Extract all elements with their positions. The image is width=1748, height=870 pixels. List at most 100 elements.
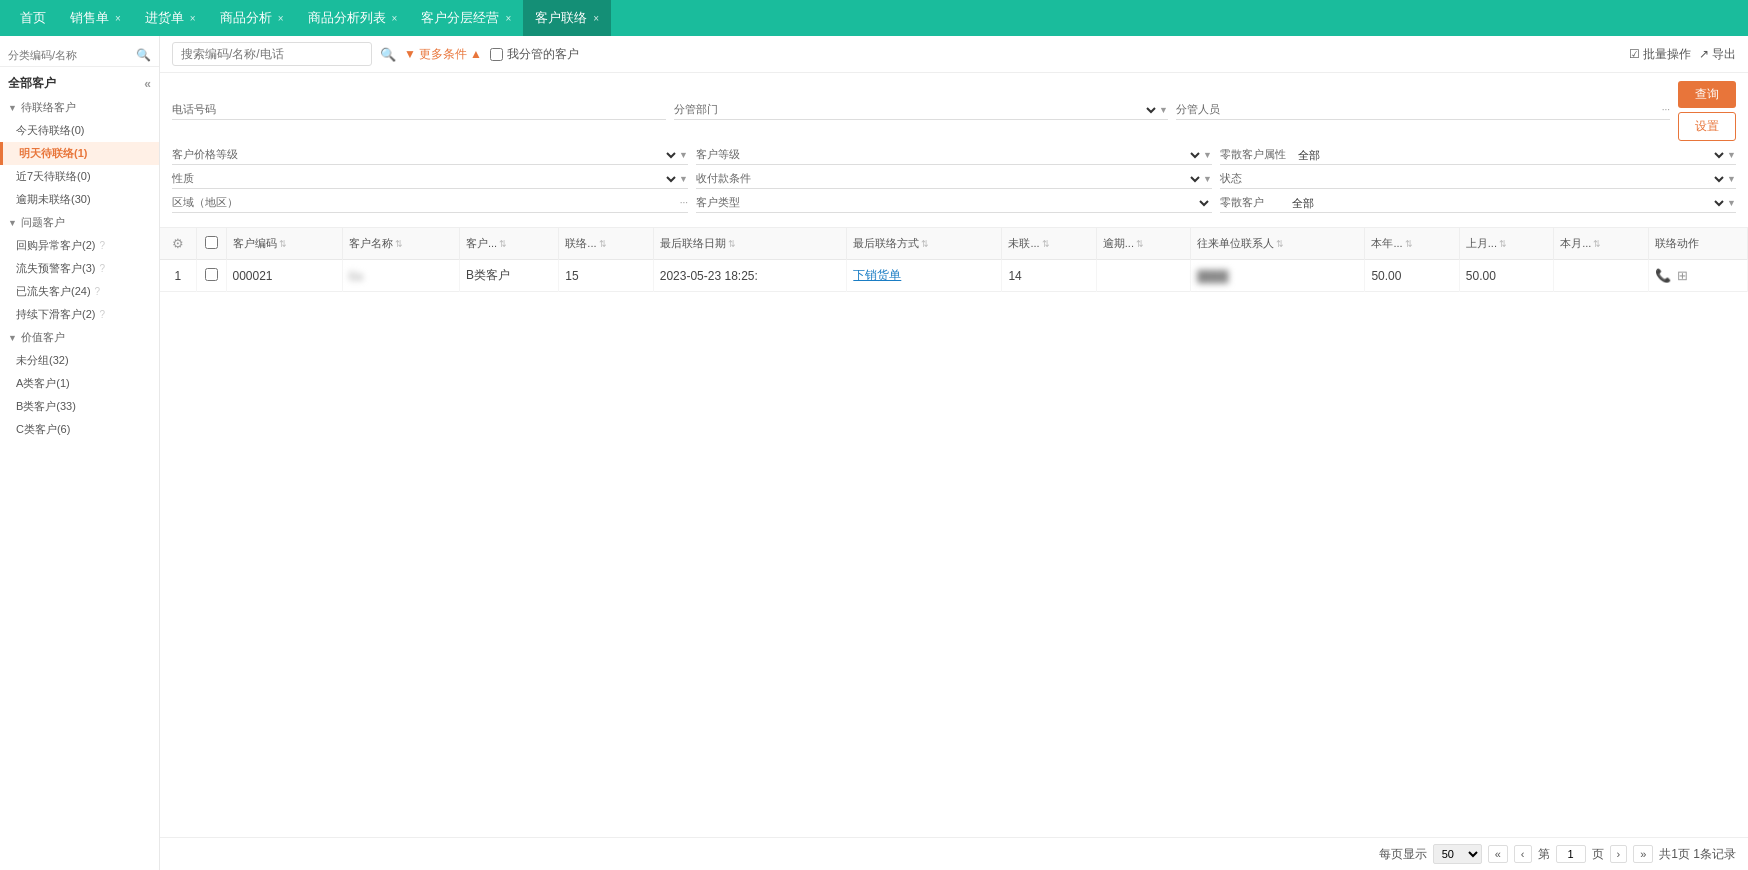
nav-close-icon[interactable]: × bbox=[115, 13, 121, 24]
sidebar-group-价值客户[interactable]: 价值客户 bbox=[0, 326, 159, 349]
sidebar-item-C类客户(6)[interactable]: C类客户(6) bbox=[0, 418, 159, 441]
phone-input[interactable] bbox=[240, 104, 666, 116]
sort-icon-unit_contact[interactable]: ⇅ bbox=[1276, 239, 1284, 249]
retail-customer-select[interactable]: 全部 bbox=[1288, 196, 1727, 210]
sort-icon-overdue[interactable]: ⇅ bbox=[1136, 239, 1144, 249]
last-page-button[interactable]: » bbox=[1633, 845, 1653, 863]
more-conditions-button[interactable]: ▼ 更多条件 ▲ bbox=[404, 46, 482, 63]
sort-icon-last_contact_method[interactable]: ⇅ bbox=[921, 239, 929, 249]
export-button[interactable]: ↗ 导出 bbox=[1699, 46, 1736, 63]
filter-status: 状态 ▼ bbox=[1220, 171, 1736, 189]
select-all-checkbox[interactable] bbox=[205, 236, 218, 249]
my-customers-checkbox[interactable] bbox=[490, 48, 503, 61]
nav-item-商品分析列表[interactable]: 商品分析列表× bbox=[296, 0, 410, 36]
help-icon[interactable]: ? bbox=[99, 309, 105, 320]
nav-item-客户分层经营[interactable]: 客户分层经营× bbox=[409, 0, 523, 36]
sidebar-search-input[interactable] bbox=[8, 49, 136, 61]
nav-close-icon[interactable]: × bbox=[392, 13, 398, 24]
help-icon[interactable]: ? bbox=[99, 263, 105, 274]
th-code[interactable]: 客户编码⇅ bbox=[226, 228, 343, 260]
sidebar-item-未分组(32)[interactable]: 未分组(32) bbox=[0, 349, 159, 372]
nav-close-icon[interactable]: × bbox=[278, 13, 284, 24]
region-input[interactable] bbox=[246, 197, 680, 209]
th-this_year[interactable]: 本年...⇅ bbox=[1365, 228, 1459, 260]
manager-more-icon[interactable]: ··· bbox=[1662, 104, 1670, 115]
nav-close-icon[interactable]: × bbox=[505, 13, 511, 24]
sidebar-item-逾期未联络(30)[interactable]: 逾期未联络(30) bbox=[0, 188, 159, 211]
settings-button[interactable]: 设置 bbox=[1678, 112, 1736, 141]
row-checkbox[interactable] bbox=[205, 268, 218, 281]
last-contact-method-link[interactable]: 下销货单 bbox=[853, 268, 901, 282]
th-name[interactable]: 客户名称⇅ bbox=[343, 228, 460, 260]
batch-operation-button[interactable]: ☑ 批量操作 bbox=[1629, 46, 1691, 63]
prev-page-button[interactable]: ‹ bbox=[1514, 845, 1532, 863]
search-input[interactable] bbox=[172, 42, 372, 66]
nav-item-销售单[interactable]: 销售单× bbox=[58, 0, 133, 36]
sidebar-item-今天待联络(0)[interactable]: 今天待联络(0) bbox=[0, 119, 159, 142]
sidebar-item-持续下滑客户(2)[interactable]: 持续下滑客户(2)? bbox=[0, 303, 159, 326]
th-this_month[interactable]: 本月...⇅ bbox=[1554, 228, 1648, 260]
th-contact[interactable]: 联络...⇅ bbox=[559, 228, 653, 260]
sidebar-group-问题客户[interactable]: 问题客户 bbox=[0, 211, 159, 234]
help-icon[interactable]: ? bbox=[99, 240, 105, 251]
search-button[interactable]: 🔍 bbox=[380, 47, 396, 62]
th-type[interactable]: 客户...⇅ bbox=[460, 228, 559, 260]
sort-icon-type[interactable]: ⇅ bbox=[499, 239, 507, 249]
th-last_contact_date[interactable]: 最后联络日期⇅ bbox=[653, 228, 847, 260]
region-more-icon[interactable]: ··· bbox=[680, 197, 688, 208]
customer-type-select[interactable] bbox=[764, 196, 1212, 210]
th-label-overdue: 逾期... bbox=[1103, 236, 1134, 251]
sort-icon-this_year[interactable]: ⇅ bbox=[1405, 239, 1413, 249]
th-unit_contact[interactable]: 往来单位联系人⇅ bbox=[1191, 228, 1365, 260]
sort-icon-code[interactable]: ⇅ bbox=[279, 239, 287, 249]
help-icon[interactable]: ? bbox=[95, 286, 101, 297]
sidebar-item-B类客户(33)[interactable]: B类客户(33) bbox=[0, 395, 159, 418]
phone-icon[interactable]: 📞 bbox=[1655, 268, 1671, 283]
sidebar-group-待联络客户[interactable]: 待联络客户 bbox=[0, 96, 159, 119]
table-settings-icon[interactable]: ⚙ bbox=[172, 236, 184, 251]
td-contact: 15 bbox=[559, 260, 653, 292]
sort-icon-this_month[interactable]: ⇅ bbox=[1593, 239, 1601, 249]
my-customers-checkbox-label[interactable]: 我分管的客户 bbox=[490, 46, 579, 63]
nav-item-商品分析[interactable]: 商品分析× bbox=[208, 0, 296, 36]
sidebar-search-icon[interactable]: 🔍 bbox=[136, 48, 151, 62]
sort-icon-last_month[interactable]: ⇅ bbox=[1499, 239, 1507, 249]
sidebar-item-已流失客户(24)[interactable]: 已流失客户(24)? bbox=[0, 280, 159, 303]
sidebar-item-回购异常客户(2)[interactable]: 回购异常客户(2)? bbox=[0, 234, 159, 257]
status-select[interactable] bbox=[1288, 172, 1727, 186]
retail-attr-dropdown-icon: ▼ bbox=[1727, 150, 1736, 160]
sort-icon-name[interactable]: ⇅ bbox=[395, 239, 403, 249]
manager-input[interactable] bbox=[1244, 104, 1662, 116]
nav-close-icon[interactable]: × bbox=[190, 13, 196, 24]
sidebar-item-明天待联络(1)[interactable]: 明天待联络(1) bbox=[0, 142, 159, 165]
price-level-select[interactable] bbox=[246, 148, 679, 162]
payment-select[interactable] bbox=[764, 172, 1203, 186]
sidebar-collapse-btn[interactable]: « bbox=[144, 77, 151, 91]
customer-level-select[interactable] bbox=[764, 148, 1203, 162]
nature-select[interactable] bbox=[240, 172, 679, 186]
per-page-select[interactable]: 102050100 bbox=[1433, 844, 1482, 864]
th-last_contact_method[interactable]: 最后联络方式⇅ bbox=[847, 228, 1002, 260]
nav-item-首页[interactable]: 首页 bbox=[8, 0, 58, 36]
sort-icon-contact[interactable]: ⇅ bbox=[599, 239, 607, 249]
sidebar-item-近7天待联络(0)[interactable]: 近7天待联络(0) bbox=[0, 165, 159, 188]
th-last_month[interactable]: 上月...⇅ bbox=[1459, 228, 1553, 260]
sidebar-item-流失预警客户(3)[interactable]: 流失预警客户(3)? bbox=[0, 257, 159, 280]
sidebar-item-label: 近7天待联络(0) bbox=[16, 169, 91, 184]
nav-close-icon[interactable]: × bbox=[593, 13, 599, 24]
th-uncontacted[interactable]: 未联...⇅ bbox=[1002, 228, 1096, 260]
th-overdue[interactable]: 逾期...⇅ bbox=[1096, 228, 1190, 260]
page-input[interactable] bbox=[1556, 845, 1586, 863]
first-page-button[interactable]: « bbox=[1488, 845, 1508, 863]
nav-item-客户联络[interactable]: 客户联络× bbox=[523, 0, 611, 36]
retail-attr-select[interactable]: 全部 bbox=[1294, 148, 1727, 162]
sort-icon-last_contact_date[interactable]: ⇅ bbox=[728, 239, 736, 249]
next-page-button[interactable]: › bbox=[1610, 845, 1628, 863]
nav-item-进货单[interactable]: 进货单× bbox=[133, 0, 208, 36]
sidebar-all-customers[interactable]: 全部客户 « bbox=[0, 71, 159, 96]
grid-icon[interactable]: ⊞ bbox=[1677, 268, 1688, 283]
sort-icon-uncontacted[interactable]: ⇅ bbox=[1042, 239, 1050, 249]
query-button[interactable]: 查询 bbox=[1678, 81, 1736, 108]
sidebar-item-A类客户(1)[interactable]: A类客户(1) bbox=[0, 372, 159, 395]
dept-select[interactable] bbox=[742, 103, 1159, 117]
